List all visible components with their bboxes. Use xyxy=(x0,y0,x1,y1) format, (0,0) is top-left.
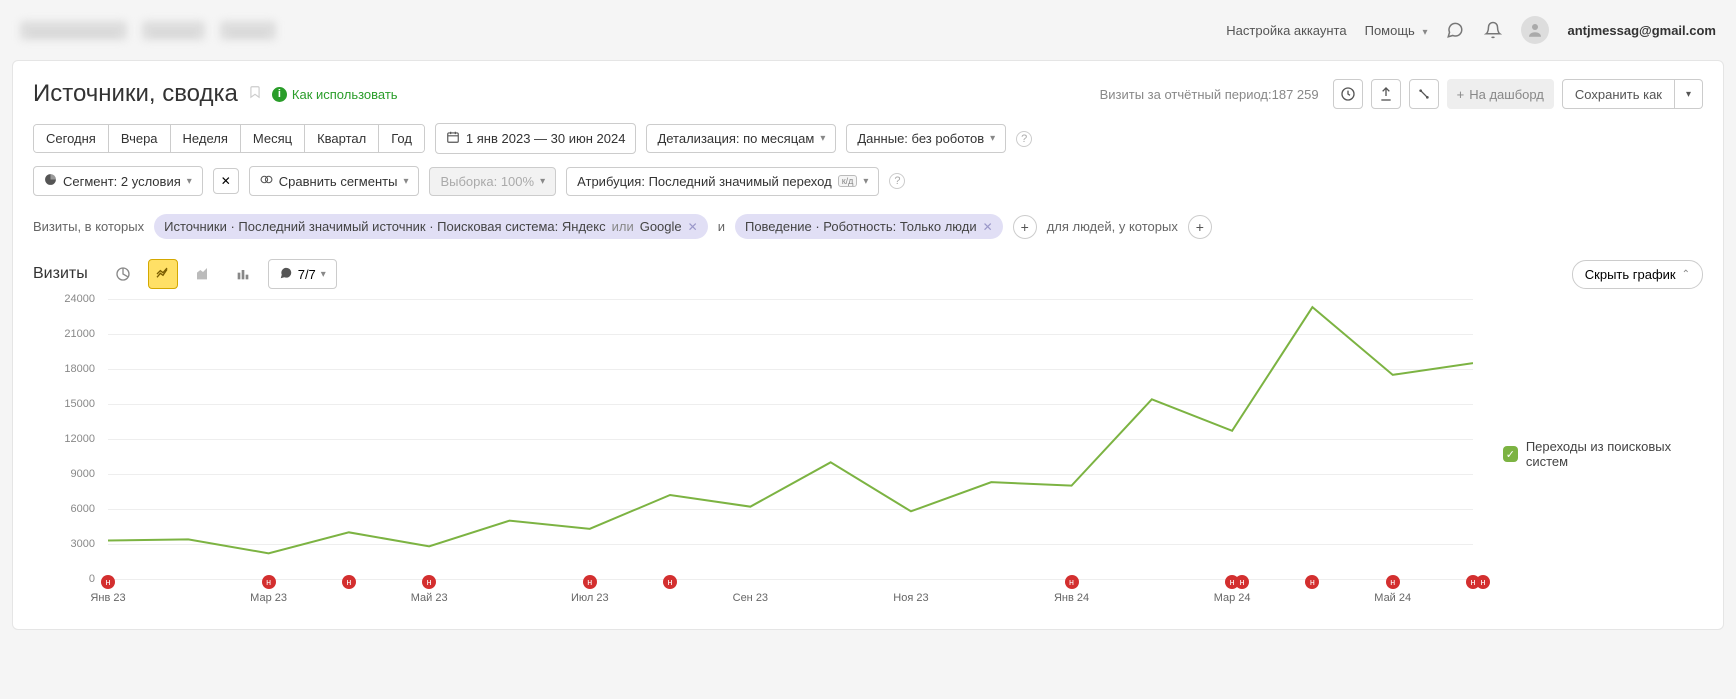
filter-sep: и xyxy=(718,219,725,234)
x-tick: Ноя 23 xyxy=(893,592,928,604)
help-icon[interactable]: ? xyxy=(1016,131,1032,147)
chart-plot[interactable] xyxy=(108,299,1473,579)
chevron-down-icon: ▾ xyxy=(1422,27,1427,38)
date-range-Квартал[interactable]: Квартал xyxy=(305,125,379,152)
date-range-Неделя[interactable]: Неделя xyxy=(171,125,241,152)
x-tick: Янв 24 xyxy=(1054,592,1089,604)
chart-legend: ✓ Переходы из поисковых систем xyxy=(1473,299,1703,609)
chart-wrap: 03000600090001200015000180002100024000 н… xyxy=(33,299,1703,609)
chevron-down-icon: ▾ xyxy=(540,176,545,187)
custom-date-range[interactable]: 1 янв 2023 — 30 июн 2024 xyxy=(435,123,637,154)
date-toolbar: СегодняВчераНеделяМесяцКварталГод 1 янв … xyxy=(33,123,1703,154)
date-range-Вчера[interactable]: Вчера xyxy=(109,125,171,152)
date-range-Месяц[interactable]: Месяц xyxy=(241,125,305,152)
y-tick: 12000 xyxy=(64,433,95,445)
x-tick: Май 23 xyxy=(411,592,448,604)
date-range-Год[interactable]: Год xyxy=(379,125,424,152)
info-icon: i xyxy=(272,87,287,102)
add-visit-filter[interactable]: + xyxy=(1013,215,1037,239)
howto-link[interactable]: i Как использовать xyxy=(272,87,398,102)
chat-icon[interactable] xyxy=(1445,20,1465,40)
y-tick: 21000 xyxy=(64,328,95,340)
kd-badge: к/д xyxy=(838,175,858,187)
compare-segments[interactable]: Сравнить сегменты▾ xyxy=(249,166,420,196)
chart-type-bar[interactable] xyxy=(228,259,258,289)
chevron-down-icon: ▾ xyxy=(187,176,192,187)
sample-select[interactable]: Выборка: 100%▾ xyxy=(429,167,556,196)
annotation-marker[interactable]: н xyxy=(1476,575,1490,589)
checkbox-checked-icon[interactable]: ✓ xyxy=(1503,446,1518,462)
chevron-down-icon: ▾ xyxy=(321,269,326,280)
hide-chart-button[interactable]: Скрыть график ⌃ xyxy=(1572,260,1703,289)
chart-toolbar: Визиты 7/7 ▾ Скрыть график xyxy=(33,259,1703,289)
x-tick: Янв 23 xyxy=(90,592,125,604)
date-range-group: СегодняВчераНеделяМесяцКварталГод xyxy=(33,124,425,153)
x-tick: Сен 23 xyxy=(733,592,768,604)
account-settings-link[interactable]: Настройка аккаунта xyxy=(1226,23,1346,38)
x-tick: Мар 23 xyxy=(250,592,287,604)
y-tick: 0 xyxy=(89,573,95,585)
help-link[interactable]: Помощь ▾ xyxy=(1365,23,1428,38)
x-tick: Мар 24 xyxy=(1214,592,1251,604)
add-people-filter[interactable]: + xyxy=(1188,215,1212,239)
y-tick: 3000 xyxy=(71,538,95,550)
x-tick: Июл 23 xyxy=(571,592,609,604)
legend-item[interactable]: ✓ Переходы из поисковых систем xyxy=(1503,439,1703,469)
y-tick: 24000 xyxy=(64,293,95,305)
data-select[interactable]: Данные: без роботов▾ xyxy=(846,124,1006,153)
segment-toolbar: Сегмент: 2 условия▾ ✕ Сравнить сегменты▾… xyxy=(33,166,1703,196)
link-button[interactable] xyxy=(1409,79,1439,109)
breadcrumb-blurred: ........................................… xyxy=(20,21,276,40)
help-icon[interactable]: ? xyxy=(889,173,905,189)
y-tick: 6000 xyxy=(71,503,95,515)
comment-icon xyxy=(279,266,293,283)
main-panel: Источники, сводка i Как использовать Виз… xyxy=(12,60,1724,630)
page-title: Источники, сводка xyxy=(33,80,238,108)
y-tick: 9000 xyxy=(71,468,95,480)
segment-select[interactable]: Сегмент: 2 условия▾ xyxy=(33,166,203,196)
y-tick: 18000 xyxy=(64,363,95,375)
filter-prefix: Визиты, в которых xyxy=(33,219,144,234)
series-count-button[interactable]: 7/7 ▾ xyxy=(268,259,337,289)
user-email[interactable]: antjmessag@gmail.com xyxy=(1567,23,1716,38)
chevron-down-icon: ▾ xyxy=(403,176,408,187)
metric-label: Визиты xyxy=(33,265,88,283)
period-summary: Визиты за отчётный период:187 259 xyxy=(1100,87,1319,102)
pie-icon xyxy=(44,173,57,189)
chip-remove-icon[interactable]: ✕ xyxy=(688,220,698,234)
chevron-down-icon: ▾ xyxy=(1686,89,1691,100)
bell-icon[interactable] xyxy=(1483,20,1503,40)
chart-type-area[interactable] xyxy=(188,259,218,289)
filter-chip-behavior[interactable]: Поведение · Роботность: Только люди ✕ xyxy=(735,214,1003,239)
refresh-button[interactable] xyxy=(1333,79,1363,109)
chevron-down-icon: ▾ xyxy=(820,133,825,144)
date-range-Сегодня[interactable]: Сегодня xyxy=(34,125,109,152)
chevron-down-icon: ▾ xyxy=(990,133,995,144)
save-as-caret[interactable]: ▾ xyxy=(1675,79,1703,109)
export-button[interactable] xyxy=(1371,79,1401,109)
filter-suffix: для людей, у которых xyxy=(1047,219,1178,234)
x-tick: Май 24 xyxy=(1374,592,1411,604)
add-dashboard-button[interactable]: + На дашборд xyxy=(1447,79,1554,109)
detail-select[interactable]: Детализация: по месяцам▾ xyxy=(646,124,836,153)
filter-row: Визиты, в которых Источники · Последний … xyxy=(33,214,1703,239)
chevron-down-icon: ▾ xyxy=(863,176,868,187)
attribution-select[interactable]: Атрибуция: Последний значимый переход к/… xyxy=(566,167,879,196)
compare-icon xyxy=(260,173,273,189)
calendar-icon xyxy=(446,130,460,147)
save-as-button[interactable]: Сохранить как xyxy=(1562,79,1675,109)
chart-area: 03000600090001200015000180002100024000 н… xyxy=(33,299,1473,609)
y-tick: 15000 xyxy=(64,398,95,410)
filter-chip-sources[interactable]: Источники · Последний значимый источник … xyxy=(154,214,708,239)
chip-remove-icon[interactable]: ✕ xyxy=(983,220,993,234)
plus-icon: + xyxy=(1457,87,1465,102)
segment-clear[interactable]: ✕ xyxy=(213,168,239,194)
bookmark-icon[interactable] xyxy=(248,83,262,106)
chevron-up-icon: ⌃ xyxy=(1682,269,1690,280)
header-row: Источники, сводка i Как использовать Виз… xyxy=(33,61,1703,123)
chart-type-line[interactable] xyxy=(148,259,178,289)
topbar: ........................................… xyxy=(0,0,1736,60)
chart-type-pie[interactable] xyxy=(108,259,138,289)
avatar[interactable] xyxy=(1521,16,1549,44)
